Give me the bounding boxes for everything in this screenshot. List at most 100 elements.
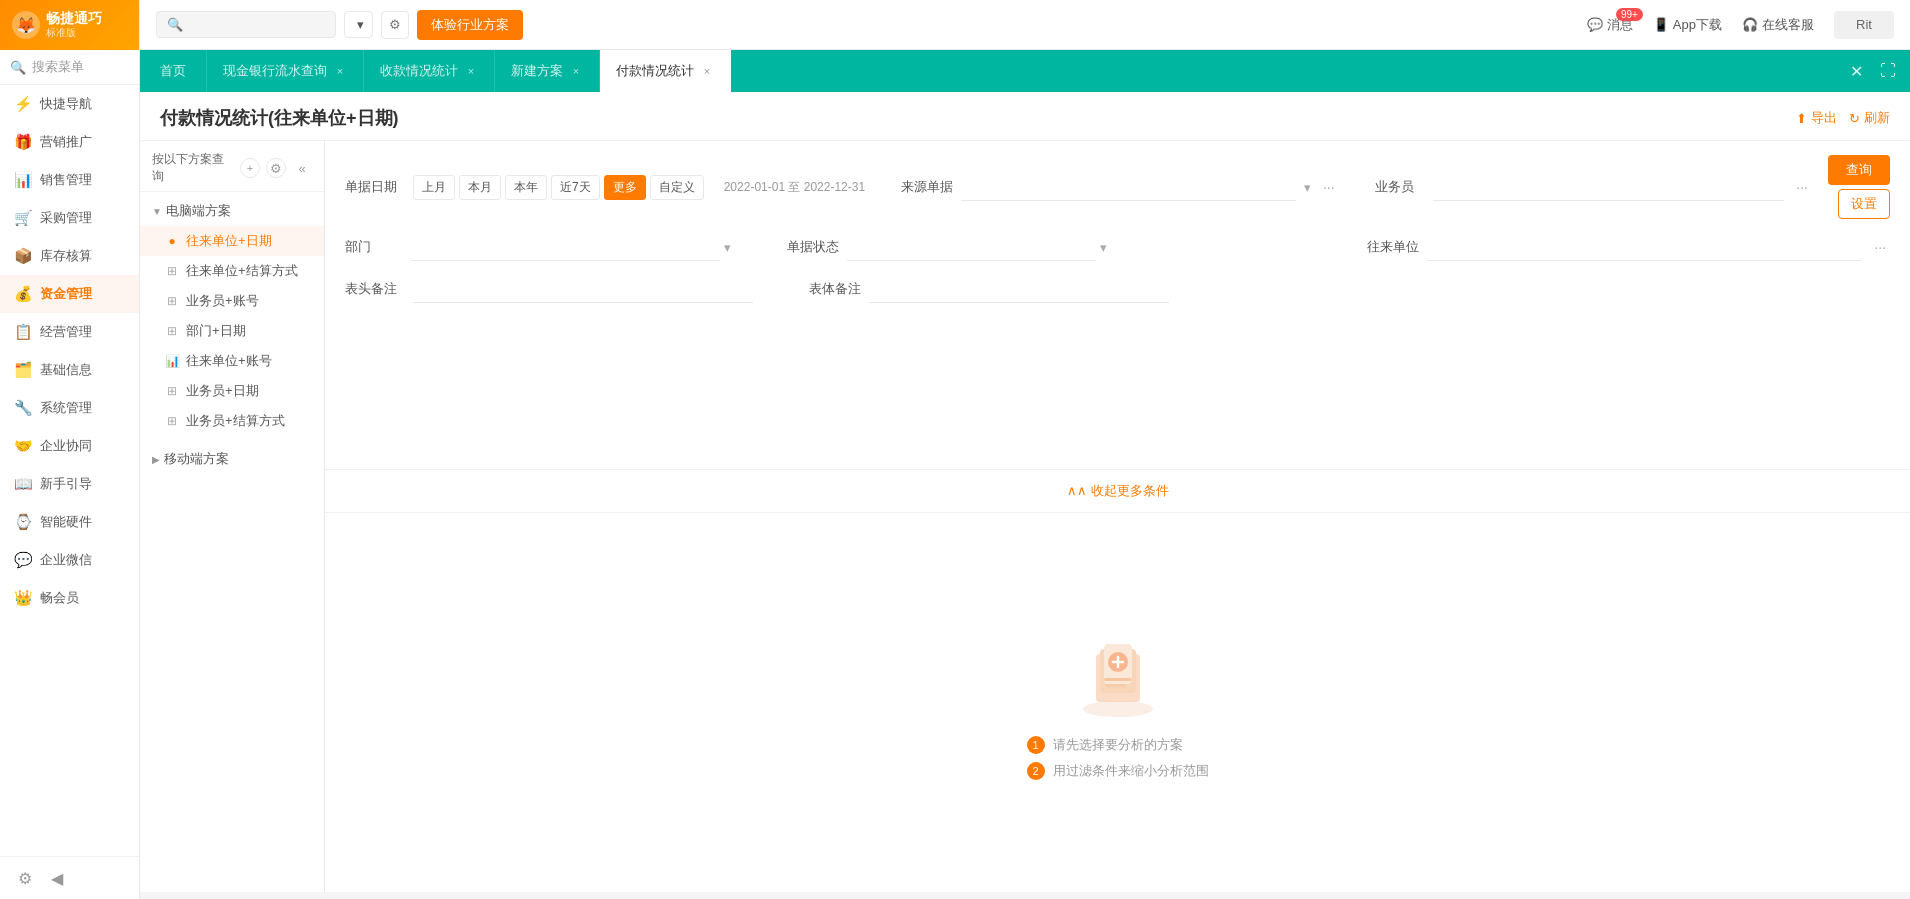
sidebar-item-member[interactable]: 👑 畅会员	[0, 579, 139, 617]
topbar-dropdown[interactable]: ▾	[344, 11, 373, 38]
bank-flow-tab-label: 现金银行流水查询	[223, 62, 327, 80]
last-month-button[interactable]: 上月	[413, 175, 455, 200]
sidebar-item-finance[interactable]: 💰 资金管理	[0, 275, 139, 313]
scheme-item-partner-date[interactable]: ● 往来单位+日期	[140, 226, 324, 256]
sidebar-item-hardware[interactable]: ⌚ 智能硬件	[0, 503, 139, 541]
scheme-item-partner-settle[interactable]: ⊞ 往来单位+结算方式	[140, 256, 324, 286]
partner-input-area[interactable]	[1427, 233, 1863, 261]
scheme-add-button[interactable]: +	[240, 158, 260, 178]
sidebar: 🦊 畅捷通巧 标准版 🔍 搜索菜单 ⚡ 快捷导航 🎁 营销推广 📊 销售管理 🛒…	[0, 0, 140, 899]
salesperson-ellipsis[interactable]: ···	[1792, 179, 1812, 195]
export-button[interactable]: ⬆ 导出	[1796, 109, 1837, 127]
message-action[interactable]: 💬 消息 99+	[1587, 16, 1633, 34]
scheme-collapse-button[interactable]: «	[292, 158, 312, 178]
scheme-item-staff-date[interactable]: ⊞ 业务员+日期	[140, 376, 324, 406]
last-7days-button[interactable]: 近7天	[551, 175, 600, 200]
this-month-button[interactable]: 本月	[459, 175, 501, 200]
scheme-item-icon: ⊞	[164, 323, 180, 339]
header-note-input[interactable]	[413, 275, 753, 303]
partner-ellipsis[interactable]: ···	[1870, 239, 1890, 255]
sidebar-item-wechat[interactable]: 💬 企业微信	[0, 541, 139, 579]
sidebar-item-sales[interactable]: 📊 销售管理	[0, 161, 139, 199]
scheme-panel-header: 按以下方案查询 + ⚙ «	[140, 141, 324, 192]
nav-label: 快捷导航	[40, 95, 92, 113]
refresh-button[interactable]: ↻ 刷新	[1849, 109, 1890, 127]
scheme-item-staff-settle[interactable]: ⊞ 业务员+结算方式	[140, 406, 324, 436]
sidebar-item-operation[interactable]: 📋 经营管理	[0, 313, 139, 351]
tip-text-2: 用过滤条件来缩小分析范围	[1053, 762, 1209, 780]
header-note-label: 表头备注	[345, 280, 397, 298]
collapse-sidebar-icon[interactable]: ◀	[46, 867, 68, 889]
tab-close-receive-stats[interactable]: ×	[464, 64, 478, 78]
receive-stats-tab-label: 收款情况统计	[380, 62, 458, 80]
tab-bar: 首页 现金银行流水查询 × 收款情况统计 × 新建方案 × 付款情况统计 × ✕…	[140, 50, 1910, 92]
topbar-gear-button[interactable]: ⚙	[381, 11, 409, 39]
tab-home[interactable]: 首页	[140, 50, 207, 92]
sidebar-item-marketing[interactable]: 🎁 营销推广	[0, 123, 139, 161]
sidebar-search[interactable]: 🔍 搜索菜单	[0, 50, 139, 85]
tab-receive-stats[interactable]: 收款情况统计 ×	[364, 50, 495, 92]
dept-dropdown-icon[interactable]: ▾	[724, 240, 731, 255]
scheme-item-label: 往来单位+账号	[186, 352, 272, 370]
settings-button[interactable]: 设置	[1838, 189, 1890, 219]
home-tab-label: 首页	[160, 62, 186, 80]
scheme-group-header-desktop[interactable]: ▼ 电脑端方案	[140, 196, 324, 226]
sidebar-item-quick-nav[interactable]: ⚡ 快捷导航	[0, 85, 139, 123]
tab-bank-flow[interactable]: 现金银行流水查询 ×	[207, 50, 364, 92]
scheme-group-label: 电脑端方案	[166, 202, 231, 220]
scheme-group-header-mobile[interactable]: ▶ 移动端方案	[140, 444, 324, 474]
tab-expand-icon[interactable]: ⛶	[1876, 59, 1900, 83]
scheme-item-staff-account[interactable]: ⊞ 业务员+账号	[140, 286, 324, 316]
collapse-label: 收起更多条件	[1091, 482, 1169, 500]
collapse-conditions-button[interactable]: ∧∧ 收起更多条件	[1055, 478, 1181, 504]
scheme-settings-button[interactable]: ⚙	[266, 158, 286, 178]
tab-close-bank-flow[interactable]: ×	[333, 64, 347, 78]
source-dropdown-icon[interactable]: ▾	[1304, 180, 1311, 195]
top-bar: 🔍 ▾ ⚙ 体验行业方案 💬 消息 99+ 📱 App下载	[140, 0, 1910, 50]
query-button[interactable]: 查询	[1828, 155, 1890, 185]
scheme-item-label: 往来单位+日期	[186, 232, 272, 250]
topbar-search-box[interactable]: 🔍	[156, 11, 336, 38]
source-doc-input-area[interactable]	[961, 173, 1296, 201]
partner-label: 往来单位	[1367, 238, 1419, 256]
online-service-action[interactable]: 🎧 在线客服	[1742, 16, 1814, 34]
scheme-item-label: 部门+日期	[186, 322, 246, 340]
avatar-text: Rit	[1856, 17, 1872, 32]
settings-footer-icon[interactable]: ⚙	[14, 867, 36, 889]
scheme-item-dept-date[interactable]: ⊞ 部门+日期	[140, 316, 324, 346]
nav-label: 销售管理	[40, 171, 92, 189]
nav-label: 基础信息	[40, 361, 92, 379]
sidebar-item-system[interactable]: 🔧 系统管理	[0, 389, 139, 427]
scheme-item-icon: ⊞	[164, 263, 180, 279]
this-year-button[interactable]: 本年	[505, 175, 547, 200]
tab-close-new-scheme[interactable]: ×	[569, 64, 583, 78]
tab-close-pay-stats[interactable]: ×	[700, 64, 714, 78]
nav-label: 经营管理	[40, 323, 92, 341]
trial-button[interactable]: 体验行业方案	[417, 10, 523, 40]
tab-new-scheme[interactable]: 新建方案 ×	[495, 50, 600, 92]
dept-input-area[interactable]	[411, 233, 720, 261]
source-doc-ellipsis[interactable]: ···	[1319, 179, 1339, 195]
sidebar-item-basic[interactable]: 🗂️ 基础信息	[0, 351, 139, 389]
tab-close-all-icon[interactable]: ✕	[1844, 59, 1868, 83]
chart-icon: 📊	[164, 353, 180, 369]
custom-date-button[interactable]: 自定义	[650, 175, 704, 200]
doc-status-dropdown-icon[interactable]: ▾	[1100, 240, 1107, 255]
app-download-action[interactable]: 📱 App下载	[1653, 16, 1722, 34]
avatar[interactable]: Rit	[1834, 11, 1894, 39]
sidebar-item-purchase[interactable]: 🛒 采购管理	[0, 199, 139, 237]
salesperson-input-area[interactable]	[1433, 173, 1785, 201]
operation-icon: 📋	[14, 323, 32, 341]
tab-pay-stats[interactable]: 付款情况统计 ×	[600, 50, 731, 92]
phone-icon: 📱	[1653, 17, 1669, 32]
logo-sub: 标准版	[46, 26, 102, 40]
sidebar-item-inventory[interactable]: 📦 库存核算	[0, 237, 139, 275]
scheme-item-partner-account[interactable]: 📊 往来单位+账号	[140, 346, 324, 376]
doc-status-input-area[interactable]	[847, 233, 1096, 261]
filter-row-2: 部门 ▾ 单据状态 ▾ 往	[345, 233, 1890, 261]
body-note-input[interactable]	[869, 275, 1169, 303]
sidebar-item-cooperation[interactable]: 🤝 企业协同	[0, 427, 139, 465]
more-date-button[interactable]: 更多	[604, 175, 646, 200]
sidebar-item-guide[interactable]: 📖 新手引导	[0, 465, 139, 503]
empty-tip-2: 2 用过滤条件来缩小分析范围	[1027, 762, 1209, 780]
